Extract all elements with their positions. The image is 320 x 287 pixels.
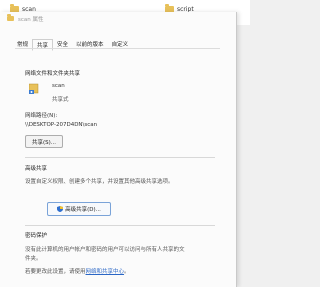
share-button[interactable]: 共享(S)...: [25, 135, 63, 148]
password-text-suffix: 。: [124, 269, 130, 275]
dialog-title: scan 属性: [18, 16, 44, 23]
password-protection-text-line3: 若要更改此设置，请使用网络和共享中心。: [25, 267, 130, 275]
advanced-share-button[interactable]: 高级共享(D)...: [47, 202, 111, 216]
advanced-share-description: 设置自定义权限、创建多个共享，并设置其他高级共享选项。: [25, 179, 174, 185]
share-item-name: scan: [52, 83, 65, 89]
folder-icon: [7, 14, 14, 21]
dialog-titlebar: scan 属性: [0, 12, 236, 25]
network-sharing-center-link[interactable]: 网络和共享中心: [86, 269, 125, 275]
password-text-prefix: 若要更改此设置，请使用: [25, 269, 86, 275]
network-path-label: 网络路径(N):: [25, 113, 58, 119]
divider: [25, 225, 215, 226]
shared-folder-icon: [29, 83, 39, 94]
network-path-value: \\DESKTOP-207D4DN\scan: [25, 122, 98, 128]
password-protection-title: 密码保护: [25, 233, 48, 239]
password-protection-text-line2: 件夹。: [25, 256, 42, 262]
share-item-status: 共享式: [52, 97, 69, 103]
advanced-share-title: 高级共享: [25, 166, 48, 172]
shield-icon: [57, 206, 64, 212]
properties-dialog: scan 属性 常规 共享 安全 以前的版本 自定义 网络文件和文件夹共享 sc…: [0, 12, 237, 287]
sharing-panel: 网络文件和文件夹共享 scan 共享式 网络路径(N): \\DESKTOP-2…: [15, 48, 220, 287]
password-protection-text-line1: 没有此计算机的用户帐户和密码的用户可以访问与所有人共享的文: [25, 247, 185, 253]
network-share-title: 网络文件和文件夹共享: [25, 71, 81, 77]
divider: [25, 157, 215, 158]
advanced-share-button-label: 高级共享(D)...: [65, 207, 101, 213]
